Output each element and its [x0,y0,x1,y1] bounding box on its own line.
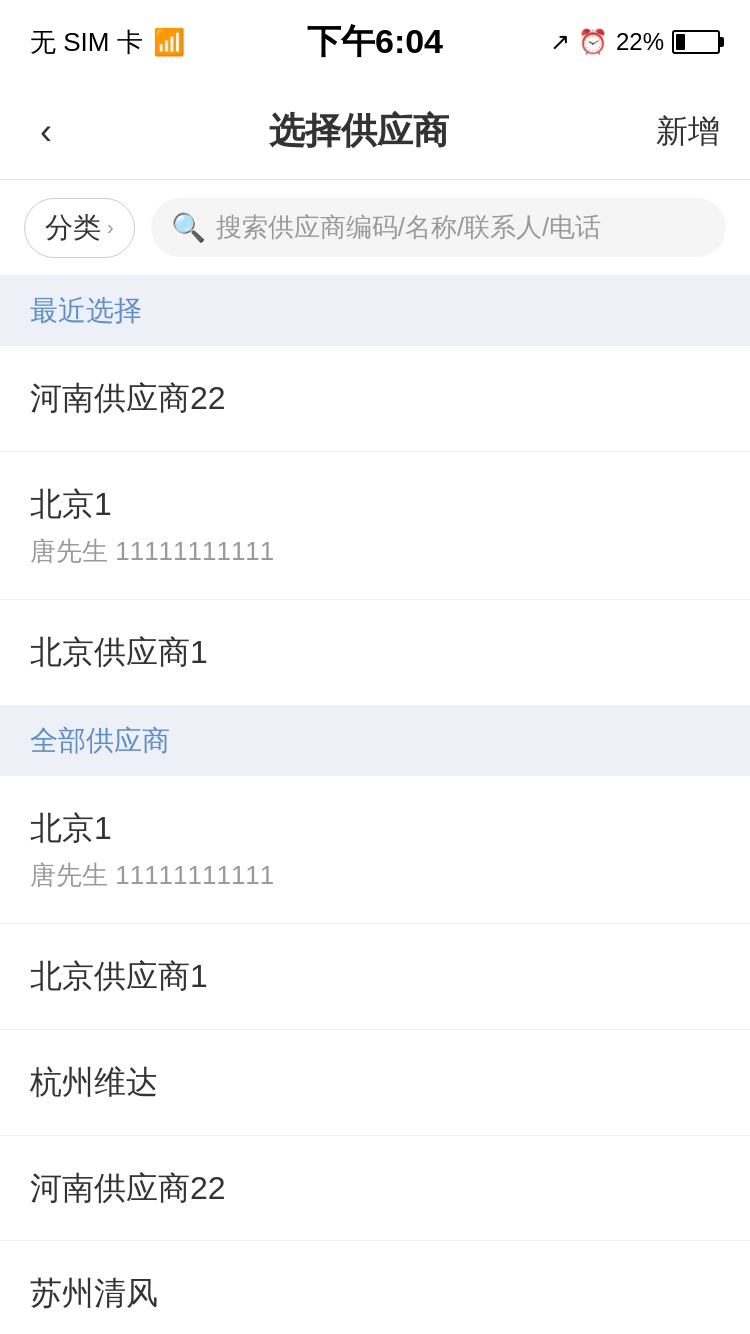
category-button[interactable]: 分类 › [24,198,135,258]
status-time: 下午6:04 [307,19,443,65]
list-item[interactable]: 河南供应商22 [0,1136,750,1242]
supplier-sub: 唐先生 11111111111 [30,533,720,569]
category-label: 分类 [45,209,101,247]
list-item[interactable]: 苏州清风 [0,1241,750,1334]
list-item[interactable]: 北京1 唐先生 11111111111 [0,452,750,600]
supplier-name: 苏州清风 [30,1271,720,1316]
search-placeholder: 搜索供应商编码/名称/联系人/电话 [216,210,602,245]
list-item[interactable]: 北京供应商1 [0,924,750,1030]
supplier-name: 河南供应商22 [30,1166,720,1211]
list-item[interactable]: 北京1 唐先生 11111111111 [0,776,750,924]
supplier-name: 北京供应商1 [30,630,720,675]
supplier-name: 北京1 [30,806,720,851]
nav-bar: ‹ 选择供应商 新增 [0,84,750,180]
nav-title: 选择供应商 [269,107,449,156]
wifi-icon: 📶 [153,27,185,58]
section-header-all: 全部供应商 [0,706,750,776]
chevron-right-icon: › [107,216,114,239]
status-right: ↗ ⏰ 22% [550,28,720,56]
supplier-sub: 唐先生 11111111111 [30,857,720,893]
supplier-name: 北京供应商1 [30,954,720,999]
no-sim-text: 无 SIM 卡 [30,25,143,60]
supplier-name: 杭州维达 [30,1060,720,1105]
supplier-name: 河南供应商22 [30,376,720,421]
list-item[interactable]: 河南供应商22 [0,346,750,452]
new-action-button[interactable]: 新增 [656,110,720,154]
list-item[interactable]: 杭州维达 [0,1030,750,1136]
filter-bar: 分类 › 🔍 搜索供应商编码/名称/联系人/电话 [0,180,750,276]
supplier-list: 最近选择河南供应商22 北京1 唐先生 11111111111 北京供应商1 全部供应商… [0,276,750,1334]
battery-percent: 22% [616,28,664,56]
battery-icon [672,30,720,54]
status-bar: 无 SIM 卡 📶 下午6:04 ↗ ⏰ 22% [0,0,750,84]
section-header-recent: 最近选择 [0,276,750,346]
supplier-name: 北京1 [30,482,720,527]
alarm-icon: ⏰ [578,28,608,56]
search-icon: 🔍 [171,211,206,244]
search-box[interactable]: 🔍 搜索供应商编码/名称/联系人/电话 [151,198,726,257]
back-button[interactable]: ‹ [30,101,62,163]
status-left: 无 SIM 卡 📶 [30,25,185,60]
list-item[interactable]: 北京供应商1 [0,600,750,706]
location-icon: ↗ [550,28,570,56]
